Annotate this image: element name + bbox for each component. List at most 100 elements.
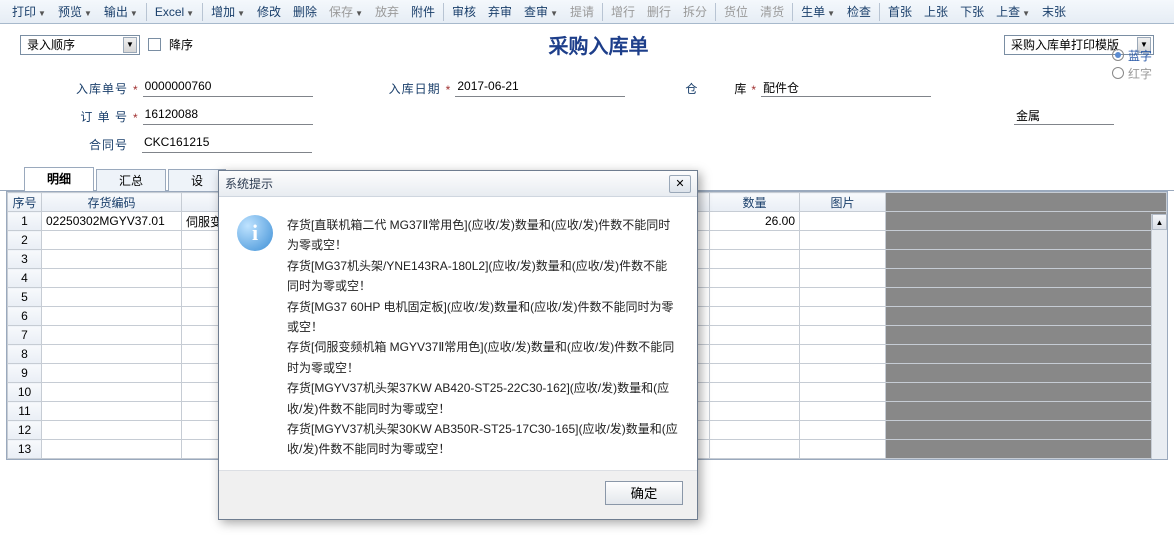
row-seq: 10 bbox=[8, 383, 42, 402]
cell-qty[interactable] bbox=[710, 288, 800, 307]
dialog-message: 存货[直联机箱二代 MG37Ⅱ常用色](应收/发)数量和(应收/发)件数不能同时… bbox=[287, 215, 679, 460]
tab-summary[interactable]: 汇总 bbox=[96, 169, 166, 191]
tb-review[interactable]: 审核 bbox=[446, 1, 482, 23]
col-imgarea bbox=[886, 193, 1167, 212]
cell-qty[interactable] bbox=[710, 440, 800, 459]
cell-img[interactable] bbox=[800, 307, 886, 326]
tb-last[interactable]: 末张 bbox=[1036, 1, 1072, 23]
cell-code[interactable] bbox=[42, 345, 182, 364]
cell-code[interactable] bbox=[42, 307, 182, 326]
cell-imgarea bbox=[886, 383, 1167, 402]
col-seq[interactable]: 序号 bbox=[8, 193, 42, 212]
cell-code[interactable] bbox=[42, 288, 182, 307]
cell-code[interactable] bbox=[42, 326, 182, 345]
required-star: * bbox=[133, 83, 138, 97]
cell-img[interactable] bbox=[800, 231, 886, 250]
cell-img[interactable] bbox=[800, 421, 886, 440]
tb-print[interactable]: 打印▼ bbox=[6, 1, 52, 23]
tb-delrow: 删行 bbox=[641, 1, 677, 23]
col-qty[interactable]: 数量 bbox=[710, 193, 800, 212]
tb-check[interactable]: 检查 bbox=[841, 1, 877, 23]
tb-gen[interactable]: 生单▼ bbox=[795, 1, 841, 23]
cell-code[interactable] bbox=[42, 402, 182, 421]
tb-preview[interactable]: 预览▼ bbox=[52, 1, 98, 23]
tab-detail[interactable]: 明细 bbox=[24, 167, 94, 191]
cell-code[interactable] bbox=[42, 231, 182, 250]
required-star: * bbox=[133, 111, 138, 125]
tb-delete[interactable]: 删除 bbox=[287, 1, 323, 23]
tb-modify[interactable]: 修改 bbox=[251, 1, 287, 23]
contract-label: 合同号 bbox=[60, 136, 128, 153]
entry-order-label: 录入顺序 bbox=[27, 36, 75, 53]
cell-qty[interactable] bbox=[710, 231, 800, 250]
cell-imgarea bbox=[886, 364, 1167, 383]
vertical-scrollbar[interactable]: ▲ bbox=[1151, 214, 1167, 459]
ord-no-label: 订 单 号 bbox=[60, 108, 128, 125]
cell-img[interactable] bbox=[800, 269, 886, 288]
cell-qty[interactable] bbox=[710, 250, 800, 269]
tb-add[interactable]: 增加▼ bbox=[205, 1, 251, 23]
cell-code[interactable]: 02250302MGYV37.01 bbox=[42, 212, 182, 231]
cell-code[interactable] bbox=[42, 383, 182, 402]
tb-submit: 提请 bbox=[564, 1, 600, 23]
row-seq: 6 bbox=[8, 307, 42, 326]
cell-imgarea bbox=[886, 326, 1167, 345]
contract-field[interactable]: CKC161215 bbox=[142, 135, 312, 153]
desc-label: 降序 bbox=[169, 36, 193, 53]
tb-excel[interactable]: Excel▼ bbox=[149, 1, 200, 23]
row-seq: 12 bbox=[8, 421, 42, 440]
tb-next[interactable]: 下张 bbox=[954, 1, 990, 23]
cell-img[interactable] bbox=[800, 345, 886, 364]
close-icon[interactable]: ✕ bbox=[669, 175, 691, 193]
cell-qty[interactable]: 26.00 bbox=[710, 212, 800, 231]
page-title: 采购入库单 bbox=[201, 30, 996, 59]
tb-discard[interactable]: 弃审 bbox=[482, 1, 518, 23]
cell-code[interactable] bbox=[42, 250, 182, 269]
metal-field[interactable]: 金属 bbox=[1014, 107, 1114, 125]
tb-output[interactable]: 输出▼ bbox=[98, 1, 144, 23]
cell-img[interactable] bbox=[800, 402, 886, 421]
ok-button[interactable]: 确定 bbox=[605, 481, 683, 505]
tb-up[interactable]: 上查▼ bbox=[990, 1, 1036, 23]
tb-prev[interactable]: 上张 bbox=[918, 1, 954, 23]
cell-qty[interactable] bbox=[710, 307, 800, 326]
row-seq: 8 bbox=[8, 345, 42, 364]
row-seq: 2 bbox=[8, 231, 42, 250]
sub-toolbar: 录入顺序 ▼ 降序 采购入库单 采购入库单打印模版 ▼ bbox=[0, 24, 1174, 65]
row-seq: 5 bbox=[8, 288, 42, 307]
store-field[interactable]: 配件仓 bbox=[761, 79, 931, 97]
desc-checkbox[interactable] bbox=[148, 38, 161, 51]
cell-imgarea bbox=[886, 307, 1167, 326]
col-img[interactable]: 图片 bbox=[800, 193, 886, 212]
cell-qty[interactable] bbox=[710, 402, 800, 421]
cell-qty[interactable] bbox=[710, 345, 800, 364]
cell-img[interactable] bbox=[800, 440, 886, 459]
cell-img[interactable] bbox=[800, 364, 886, 383]
cell-img[interactable] bbox=[800, 326, 886, 345]
cell-code[interactable] bbox=[42, 421, 182, 440]
cell-img[interactable] bbox=[800, 288, 886, 307]
cell-imgarea bbox=[886, 269, 1167, 288]
cell-code[interactable] bbox=[42, 364, 182, 383]
ord-no-field[interactable]: 16120088 bbox=[143, 107, 313, 125]
col-code[interactable]: 存货编码 bbox=[42, 193, 182, 212]
in-date-field[interactable]: 2017-06-21 bbox=[455, 79, 625, 97]
cell-img[interactable] bbox=[800, 383, 886, 402]
scroll-up-icon[interactable]: ▲ bbox=[1152, 214, 1167, 230]
tb-first[interactable]: 首张 bbox=[882, 1, 918, 23]
cell-img[interactable] bbox=[800, 212, 886, 231]
cell-code[interactable] bbox=[42, 440, 182, 459]
cell-qty[interactable] bbox=[710, 364, 800, 383]
tb-inspect[interactable]: 查审▼ bbox=[518, 1, 564, 23]
cell-qty[interactable] bbox=[710, 383, 800, 402]
cell-qty[interactable] bbox=[710, 421, 800, 440]
entry-order-combo[interactable]: 录入顺序 ▼ bbox=[20, 35, 140, 55]
cell-code[interactable] bbox=[42, 269, 182, 288]
in-no-field[interactable]: 0000000760 bbox=[143, 79, 313, 97]
cell-qty[interactable] bbox=[710, 269, 800, 288]
cell-img[interactable] bbox=[800, 250, 886, 269]
cell-qty[interactable] bbox=[710, 326, 800, 345]
radio-blue[interactable] bbox=[1112, 49, 1124, 61]
tb-attach[interactable]: 附件 bbox=[405, 1, 441, 23]
radio-red[interactable] bbox=[1112, 67, 1124, 79]
